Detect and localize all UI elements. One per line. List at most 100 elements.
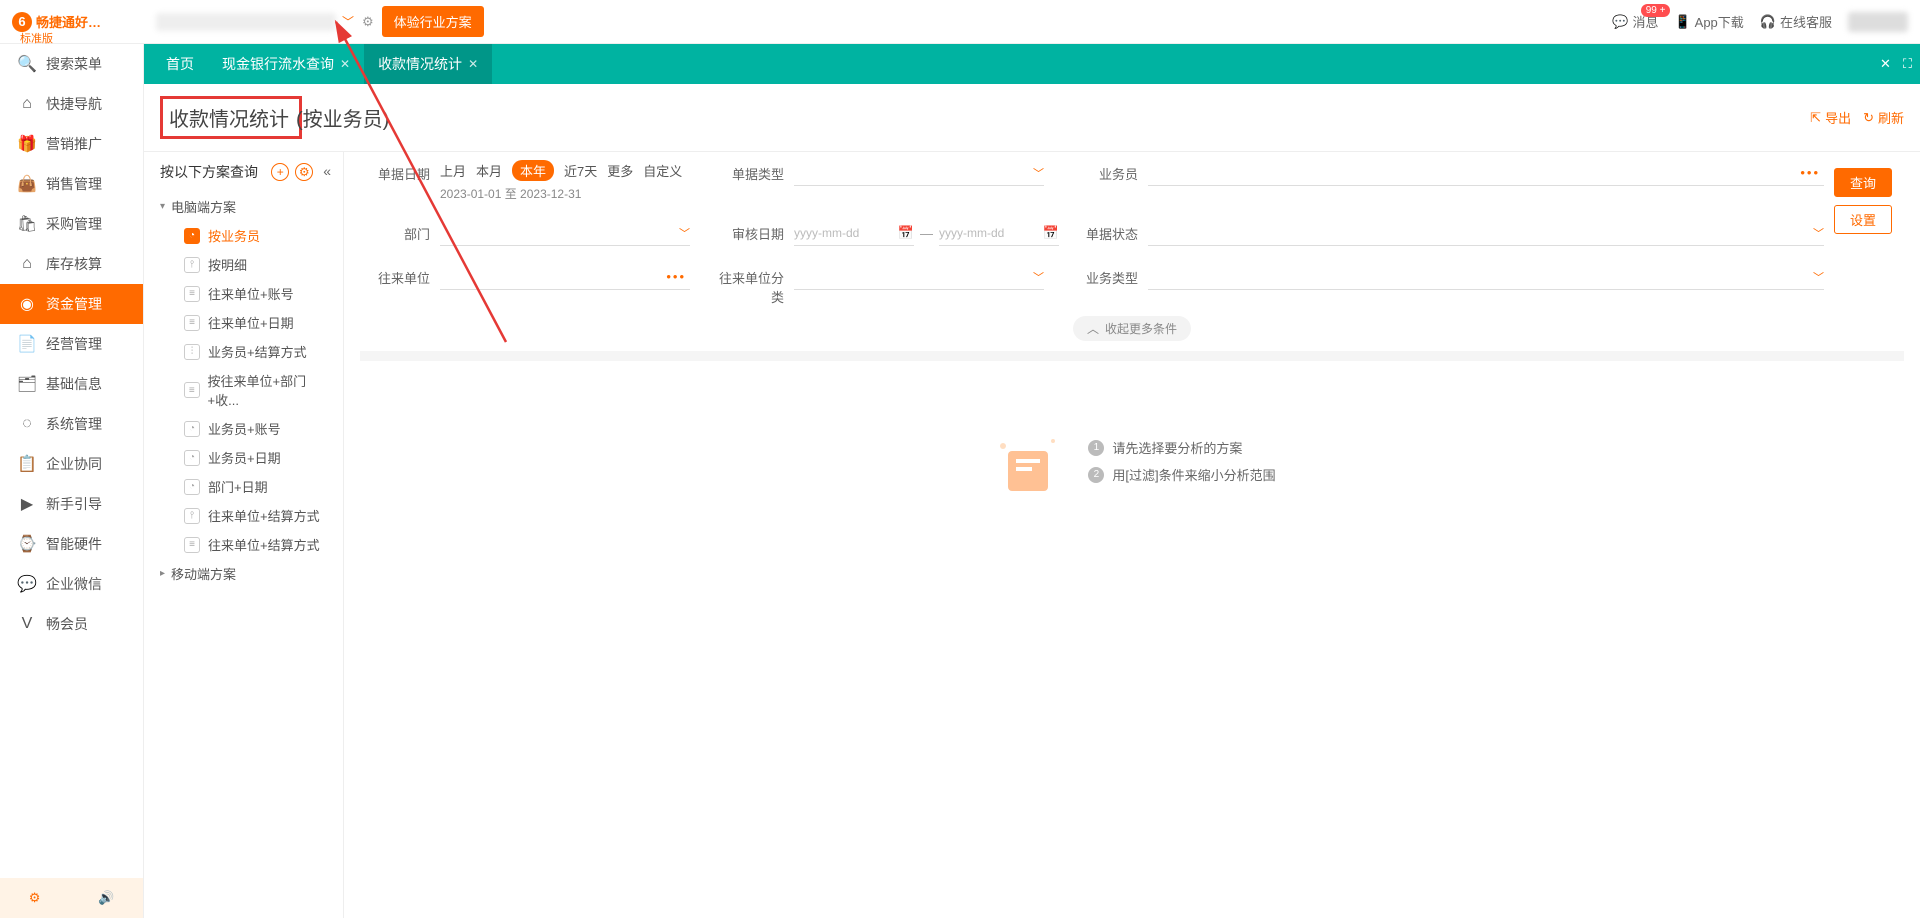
tab-0[interactable]: 首页: [152, 44, 208, 84]
select-biz-type[interactable]: ﹀: [1148, 264, 1824, 290]
empty-state: 1请先选择要分析的方案 2用[过滤]条件来缩小分析范围: [360, 351, 1904, 541]
select-bill-type[interactable]: ﹀: [794, 160, 1044, 186]
date-range-text: 2023-01-01 至 2023-12-31: [440, 185, 690, 202]
logo-icon: 6: [12, 12, 32, 32]
label-bill-type: 单据类型: [714, 160, 784, 183]
sidebar-item-11[interactable]: ▶新手引导: [0, 484, 143, 524]
sidebar-item-6[interactable]: ◉资金管理: [0, 284, 143, 324]
audit-date-from[interactable]: yyyy-mm-dd📅: [794, 220, 914, 246]
calendar-icon: 📅: [898, 225, 914, 241]
scheme-item-0-1[interactable]: ⫯按明细: [180, 250, 337, 279]
chevron-down-icon: ﹀: [1033, 165, 1044, 181]
scheme-item-0-0[interactable]: ◔按业务员: [180, 221, 337, 250]
chevron-up-icon: ︿: [1087, 320, 1099, 337]
select-dept[interactable]: ﹀: [440, 220, 690, 246]
scheme-item-0-7[interactable]: ◔业务员+日期: [180, 443, 337, 472]
scheme-item-0-9[interactable]: ⫯往来单位+结算方式: [180, 501, 337, 530]
scheme-item-0-4[interactable]: ⫶业务员+结算方式: [180, 337, 337, 366]
nav-icon: 🗂: [18, 375, 36, 393]
date-quick-3[interactable]: 近7天: [564, 161, 597, 180]
scheme-item-icon: ≡: [184, 382, 200, 398]
sidebar-item-10[interactable]: 📋企业协同: [0, 444, 143, 484]
audit-date-to[interactable]: yyyy-mm-dd📅: [939, 220, 1059, 246]
tab-1[interactable]: 现金银行流水查询✕: [208, 44, 364, 84]
scheme-item-0-10[interactable]: ≡往来单位+结算方式: [180, 530, 337, 559]
sidebar-item-12[interactable]: ⌚智能硬件: [0, 524, 143, 564]
settings-icon[interactable]: ⚙: [29, 890, 41, 906]
label-audit-date: 审核日期: [714, 220, 784, 243]
collapse-panel-icon[interactable]: «: [323, 163, 331, 181]
scheme-settings-icon[interactable]: ⚙: [295, 163, 313, 181]
caret-icon: ▾: [160, 201, 165, 212]
nav-icon: ⌂: [18, 95, 36, 113]
page-header: 收款情况统计(按业务员) ⇱导出 ↻刷新: [144, 84, 1920, 152]
sidebar-item-8[interactable]: 🗂基础信息: [0, 364, 143, 404]
scheme-group-1[interactable]: ▸移动端方案: [160, 559, 337, 588]
scheme-item-0-5[interactable]: ≡按往来单位+部门+收...: [180, 366, 337, 414]
collapse-filters-button[interactable]: ︿ 收起更多条件: [1073, 316, 1191, 341]
sidebar-item-2[interactable]: 🎁营销推广: [0, 124, 143, 164]
select-partner-cat[interactable]: ﹀: [794, 264, 1044, 290]
tabs-bar: 首页现金银行流水查询✕收款情况统计✕ ✕ ⛶: [144, 44, 1920, 84]
chevron-down-icon: ﹀: [1813, 225, 1824, 241]
date-quick-5[interactable]: 自定义: [643, 161, 682, 180]
settings-button[interactable]: 设置: [1834, 205, 1892, 234]
user-avatar[interactable]: [1848, 12, 1908, 32]
sidebar-footer: ⚙ 🔊: [0, 878, 143, 918]
scheme-item-icon: ≡: [184, 315, 200, 331]
tab-2[interactable]: 收款情况统计✕: [364, 44, 492, 84]
label-bill-status: 单据状态: [1068, 220, 1138, 243]
scheme-panel: 按以下方案查询 + ⚙ « ▾电脑端方案◔按业务员⫯按明细≡往来单位+账号≡往来…: [144, 152, 344, 918]
scheme-item-icon: ⫯: [184, 508, 200, 524]
nav-icon: 📋: [18, 455, 36, 473]
query-button[interactable]: 查询: [1834, 168, 1892, 197]
messages-link[interactable]: 💬 消息 99 +: [1612, 12, 1658, 31]
select-partner[interactable]: •••: [440, 264, 690, 290]
sidebar-item-4[interactable]: 🛍采购管理: [0, 204, 143, 244]
add-scheme-icon[interactable]: +: [271, 163, 289, 181]
date-quick-picker[interactable]: 上月本月本年近7天更多自定义: [440, 160, 690, 181]
scheme-item-0-6[interactable]: ◔业务员+账号: [180, 414, 337, 443]
scheme-title: 按以下方案查询: [160, 162, 258, 182]
refresh-button[interactable]: ↻刷新: [1863, 108, 1904, 127]
select-salesman[interactable]: •••: [1148, 160, 1824, 186]
sidebar-item-1[interactable]: ⌂快捷导航: [0, 84, 143, 124]
support-link[interactable]: 🎧 在线客服: [1760, 12, 1832, 31]
date-quick-4[interactable]: 更多: [607, 161, 633, 180]
scheme-item-0-8[interactable]: ◔部门+日期: [180, 472, 337, 501]
empty-step-2: 用[过滤]条件来缩小分析范围: [1112, 465, 1275, 484]
date-quick-2[interactable]: 本年: [512, 160, 554, 181]
sidebar-item-7[interactable]: 📄经营管理: [0, 324, 143, 364]
date-quick-1[interactable]: 本月: [476, 161, 502, 180]
empty-illustration: [988, 421, 1068, 501]
select-bill-status[interactable]: ﹀: [1148, 220, 1824, 246]
label-partner-cat: 往来单位分类: [714, 264, 784, 306]
page-title: 收款情况统计: [160, 96, 302, 139]
sound-icon[interactable]: 🔊: [98, 890, 114, 906]
gear-icon[interactable]: ⚙: [362, 14, 374, 30]
company-selector[interactable]: ﹀: [156, 13, 354, 31]
scheme-item-0-2[interactable]: ≡往来单位+账号: [180, 279, 337, 308]
sidebar-item-13[interactable]: 💬企业微信: [0, 564, 143, 604]
logo-text: 畅捷通好…: [36, 12, 101, 31]
sidebar-item-5[interactable]: ⌂库存核算: [0, 244, 143, 284]
fullscreen-icon[interactable]: ⛶: [1903, 56, 1912, 72]
close-all-tabs-icon[interactable]: ✕: [1880, 56, 1891, 72]
sidebar-item-0[interactable]: 🔍搜索菜单: [0, 44, 143, 84]
more-icon: •••: [666, 269, 690, 284]
chevron-down-icon: ﹀: [679, 225, 690, 241]
close-tab-icon[interactable]: ✕: [340, 57, 350, 71]
scheme-item-icon: ◔: [184, 479, 200, 495]
scheme-item-0-3[interactable]: ≡往来单位+日期: [180, 308, 337, 337]
top-header: 6 畅捷通好… 标准版 ﹀ ⚙ 体验行业方案 💬 消息 99 + 📱 App下载…: [0, 0, 1920, 44]
sidebar-item-3[interactable]: 👜销售管理: [0, 164, 143, 204]
sidebar-item-14[interactable]: V畅会员: [0, 604, 143, 644]
export-icon: ⇱: [1810, 110, 1821, 126]
sidebar-item-9[interactable]: ◌系统管理: [0, 404, 143, 444]
date-quick-0[interactable]: 上月: [440, 161, 466, 180]
try-industry-button[interactable]: 体验行业方案: [382, 6, 484, 37]
app-download-link[interactable]: 📱 App下载: [1674, 12, 1743, 31]
close-tab-icon[interactable]: ✕: [468, 57, 478, 71]
scheme-group-0[interactable]: ▾电脑端方案: [160, 192, 337, 221]
export-button[interactable]: ⇱导出: [1810, 108, 1851, 127]
